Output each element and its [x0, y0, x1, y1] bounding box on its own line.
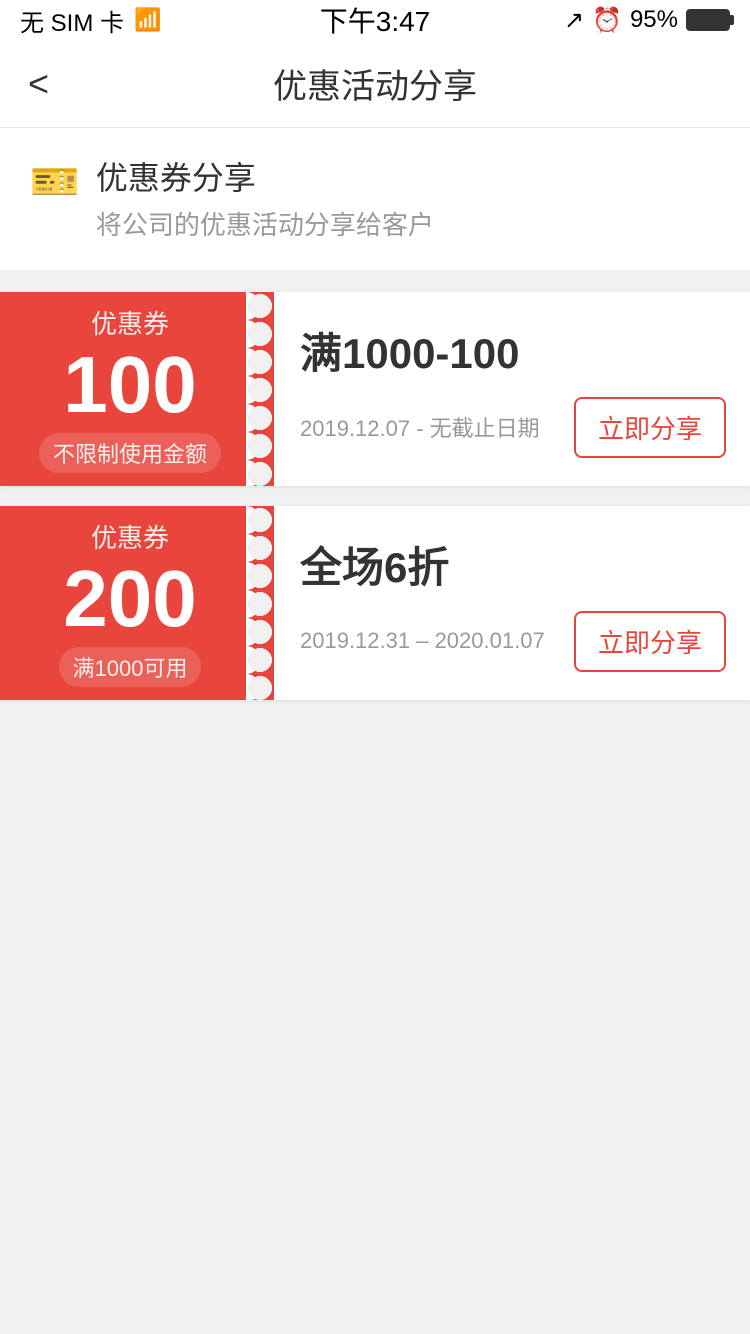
coupon-bottom-row-2: 2019.12.31 – 2020.01.07 立即分享	[300, 611, 726, 672]
page-title: 优惠活动分享	[273, 59, 477, 108]
coupon-amount-2: 200	[63, 559, 196, 639]
section-title: 优惠券分享	[96, 156, 434, 201]
coupon-right-1: 满1000-100 2019.12.07 - 无截止日期 立即分享	[260, 292, 750, 486]
wifi-icon: 📶	[134, 7, 161, 33]
status-right: ↗ ⏰ 95%	[564, 6, 730, 35]
share-button-1[interactable]: 立即分享	[574, 397, 726, 458]
coupon-right-2: 全场6折 2019.12.31 – 2020.01.07 立即分享	[260, 506, 750, 700]
coupon-name-2: 全场6折	[300, 534, 726, 595]
section-header: 🎫 优惠券分享 将公司的优惠活动分享给客户	[0, 128, 750, 270]
status-left: 无 SIM 卡 📶	[20, 3, 161, 38]
coupon-card-1: 优惠券 100 不限制使用金额 满1000-100 2019.12.07 - 无…	[0, 292, 750, 486]
coupon-list: 优惠券 100 不限制使用金额 满1000-100 2019.12.07 - 无…	[0, 272, 750, 740]
location-icon: ↗	[564, 6, 584, 35]
coupon-card-2: 优惠券 200 满1000可用 全场6折 2019.12.31 – 2020.0…	[0, 506, 750, 700]
coupon-left-1: 优惠券 100 不限制使用金额	[0, 292, 260, 486]
coupon-condition-1: 不限制使用金额	[39, 433, 221, 473]
back-button[interactable]: <	[28, 63, 49, 105]
coupon-label-2: 优惠券	[91, 518, 169, 555]
coupon-date-1: 2019.12.07 - 无截止日期	[300, 411, 562, 443]
carrier-text: 无 SIM 卡	[20, 3, 124, 38]
nav-bar: < 优惠活动分享	[0, 40, 750, 128]
coupon-left-2: 优惠券 200 满1000可用	[0, 506, 260, 700]
status-bar: 无 SIM 卡 📶 下午3:47 ↗ ⏰ 95%	[0, 0, 750, 40]
coupon-bottom-row-1: 2019.12.07 - 无截止日期 立即分享	[300, 397, 726, 458]
status-time: 下午3:47	[320, 0, 431, 40]
battery-text: 95%	[630, 6, 678, 34]
section-subtitle: 将公司的优惠活动分享给客户	[96, 205, 434, 242]
share-button-2[interactable]: 立即分享	[574, 611, 726, 672]
coupon-name-1: 满1000-100	[300, 320, 726, 381]
coupon-date-2: 2019.12.31 – 2020.01.07	[300, 628, 562, 654]
background-filler	[0, 740, 750, 1240]
section-text-block: 优惠券分享 将公司的优惠活动分享给客户	[96, 156, 434, 242]
battery-icon	[686, 9, 730, 31]
coupon-label-1: 优惠券	[91, 304, 169, 341]
coupon-condition-2: 满1000可用	[59, 647, 202, 687]
alarm-icon: ⏰	[592, 6, 622, 35]
coupon-amount-1: 100	[63, 345, 196, 425]
coupon-section-icon: 🎫	[30, 158, 80, 205]
